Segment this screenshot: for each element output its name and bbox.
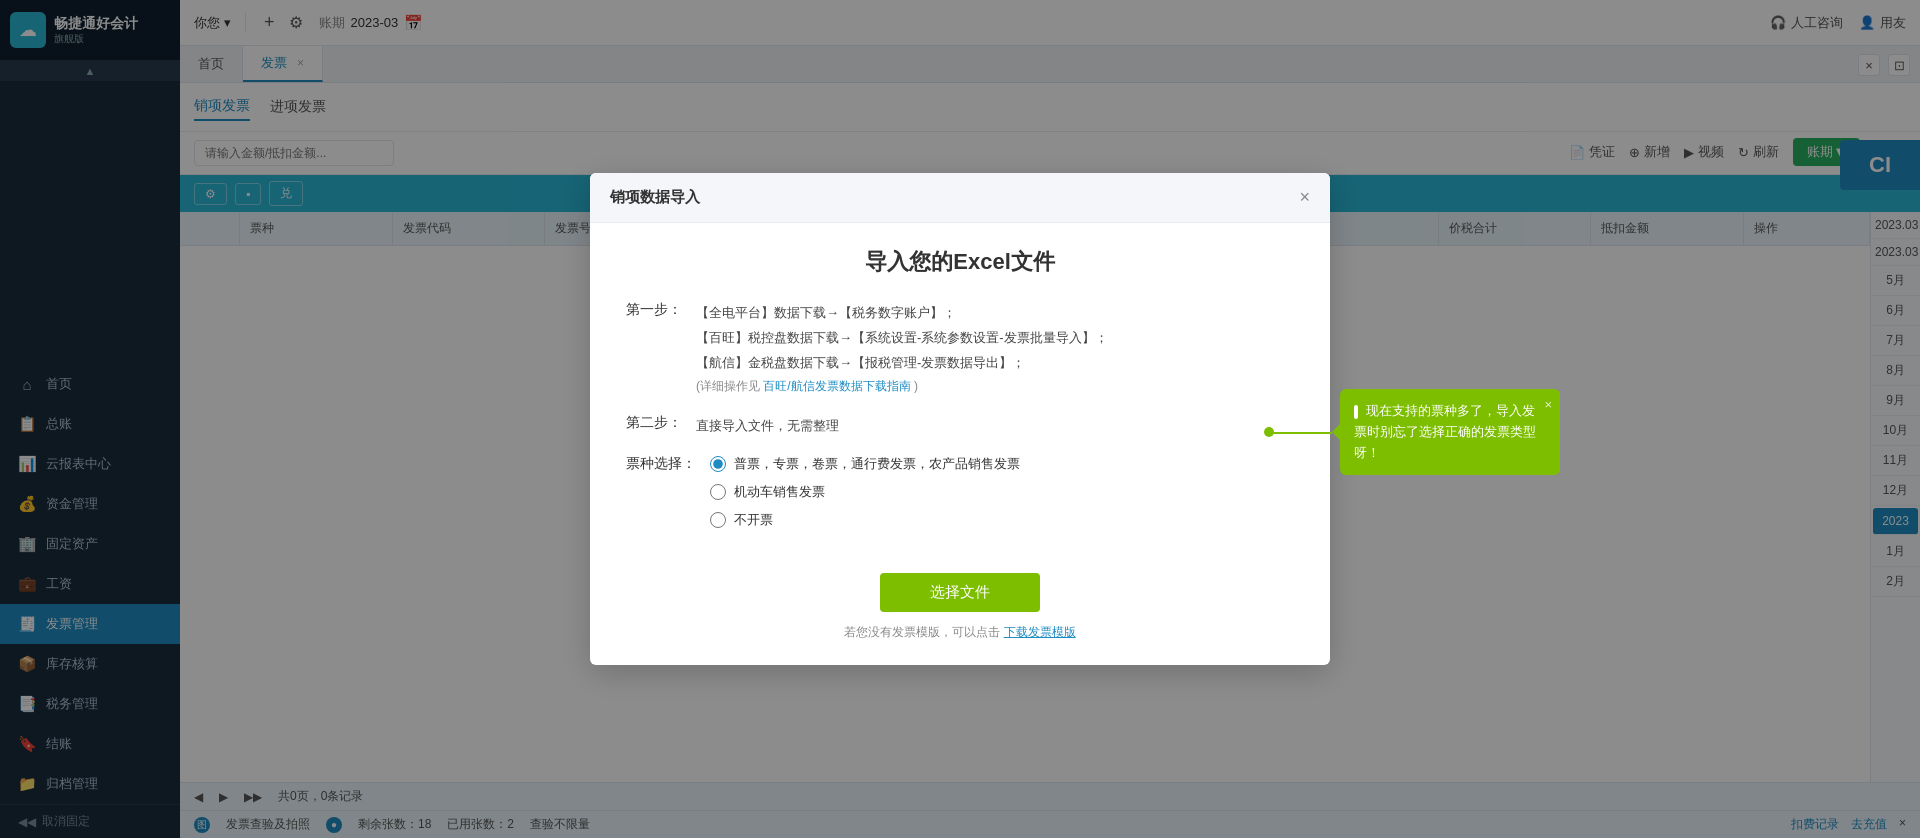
radio-r3[interactable] xyxy=(710,512,726,528)
step1-link-paren-open: (详细操作见 xyxy=(696,379,760,393)
modal-header: 销项数据导入 × xyxy=(590,173,1330,223)
step1-row: 第一步： 【全电平台】数据下载→【税务数字账户】； 【百旺】税控盘数据下载→【系… xyxy=(626,301,1294,398)
modal-main-title: 导入您的Excel文件 xyxy=(626,247,1294,277)
ticket-label: 票种选择： xyxy=(626,455,696,529)
download-hint: 若您没有发票模版，可以点击 下载发票模版 xyxy=(590,624,1330,641)
radio-label-r1[interactable]: 普票，专票，卷票，通行费发票，农产品销售发票 xyxy=(734,455,1020,473)
radio-label-r3[interactable]: 不开票 xyxy=(734,511,773,529)
step1-content: 【全电平台】数据下载→【税务数字账户】； 【百旺】税控盘数据下载→【系统设置-系… xyxy=(696,301,1108,398)
select-file-button[interactable]: 选择文件 xyxy=(880,573,1040,612)
tooltip-connector-line xyxy=(1272,432,1332,434)
modal-close-button[interactable]: × xyxy=(1299,187,1310,208)
step1-line2: 【百旺】税控盘数据下载→【系统设置-系统参数设置-发票批量导入】； xyxy=(696,326,1108,351)
step2-row: 第二步： 直接导入文件，无需整理 xyxy=(626,414,1294,439)
tooltip-bubble: × 现在支持的票种多了，导入发票时别忘了选择正确的发票类型呀！ xyxy=(1340,389,1560,475)
radio-r1[interactable] xyxy=(710,456,726,472)
tooltip-close-btn[interactable]: × xyxy=(1544,395,1552,416)
modal-overlay: 销项数据导入 × 导入您的Excel文件 第一步： 【全电平台】数据下载→【税务… xyxy=(0,0,1920,838)
step1-guide-link-row: (详细操作见 百旺/航信发票数据下载指南 ) xyxy=(696,375,1108,398)
import-modal: 销项数据导入 × 导入您的Excel文件 第一步： 【全电平台】数据下载→【税务… xyxy=(590,173,1330,665)
step1-label: 第一步： xyxy=(626,301,686,398)
radio-group: 普票，专票，卷票，通行费发票，农产品销售发票 机动车销售发票 不开票 xyxy=(710,455,1020,529)
download-hint-prefix: 若您没有发票模版，可以点击 xyxy=(844,625,1000,639)
radio-r2[interactable] xyxy=(710,484,726,500)
download-template-link[interactable]: 下载发票模版 xyxy=(1004,625,1076,639)
radio-row-r1: 普票，专票，卷票，通行费发票，农产品销售发票 xyxy=(710,455,1020,473)
ticket-row: 票种选择： 普票，专票，卷票，通行费发票，农产品销售发票 机动车销售发票 不开票 xyxy=(626,455,1294,529)
radio-row-r2: 机动车销售发票 xyxy=(710,483,1020,501)
modal-title: 销项数据导入 xyxy=(610,188,700,207)
radio-label-r2[interactable]: 机动车销售发票 xyxy=(734,483,825,501)
step1-guide-link[interactable]: 百旺/航信发票数据下载指南 xyxy=(763,379,910,393)
step1-link-paren-close: ) xyxy=(914,379,918,393)
step2-label: 第二步： xyxy=(626,414,686,439)
step2-content: 直接导入文件，无需整理 xyxy=(696,414,839,439)
modal-body: 导入您的Excel文件 第一步： 【全电平台】数据下载→【税务数字账户】； 【百… xyxy=(590,223,1330,573)
tooltip-text: 现在支持的票种多了，导入发票时别忘了选择正确的发票类型呀！ xyxy=(1354,403,1536,460)
modal-footer: 选择文件 若您没有发票模版，可以点击 下载发票模版 xyxy=(590,573,1330,665)
radio-row-r3: 不开票 xyxy=(710,511,1020,529)
step1-line3: 【航信】金税盘数据下载→【报税管理-发票数据导出】； xyxy=(696,351,1108,376)
step1-line1: 【全电平台】数据下载→【税务数字账户】； xyxy=(696,301,1108,326)
ticket-select-section: 票种选择： 普票，专票，卷票，通行费发票，农产品销售发票 机动车销售发票 不开票 xyxy=(626,455,1294,529)
tooltip-bar-accent xyxy=(1354,405,1358,419)
